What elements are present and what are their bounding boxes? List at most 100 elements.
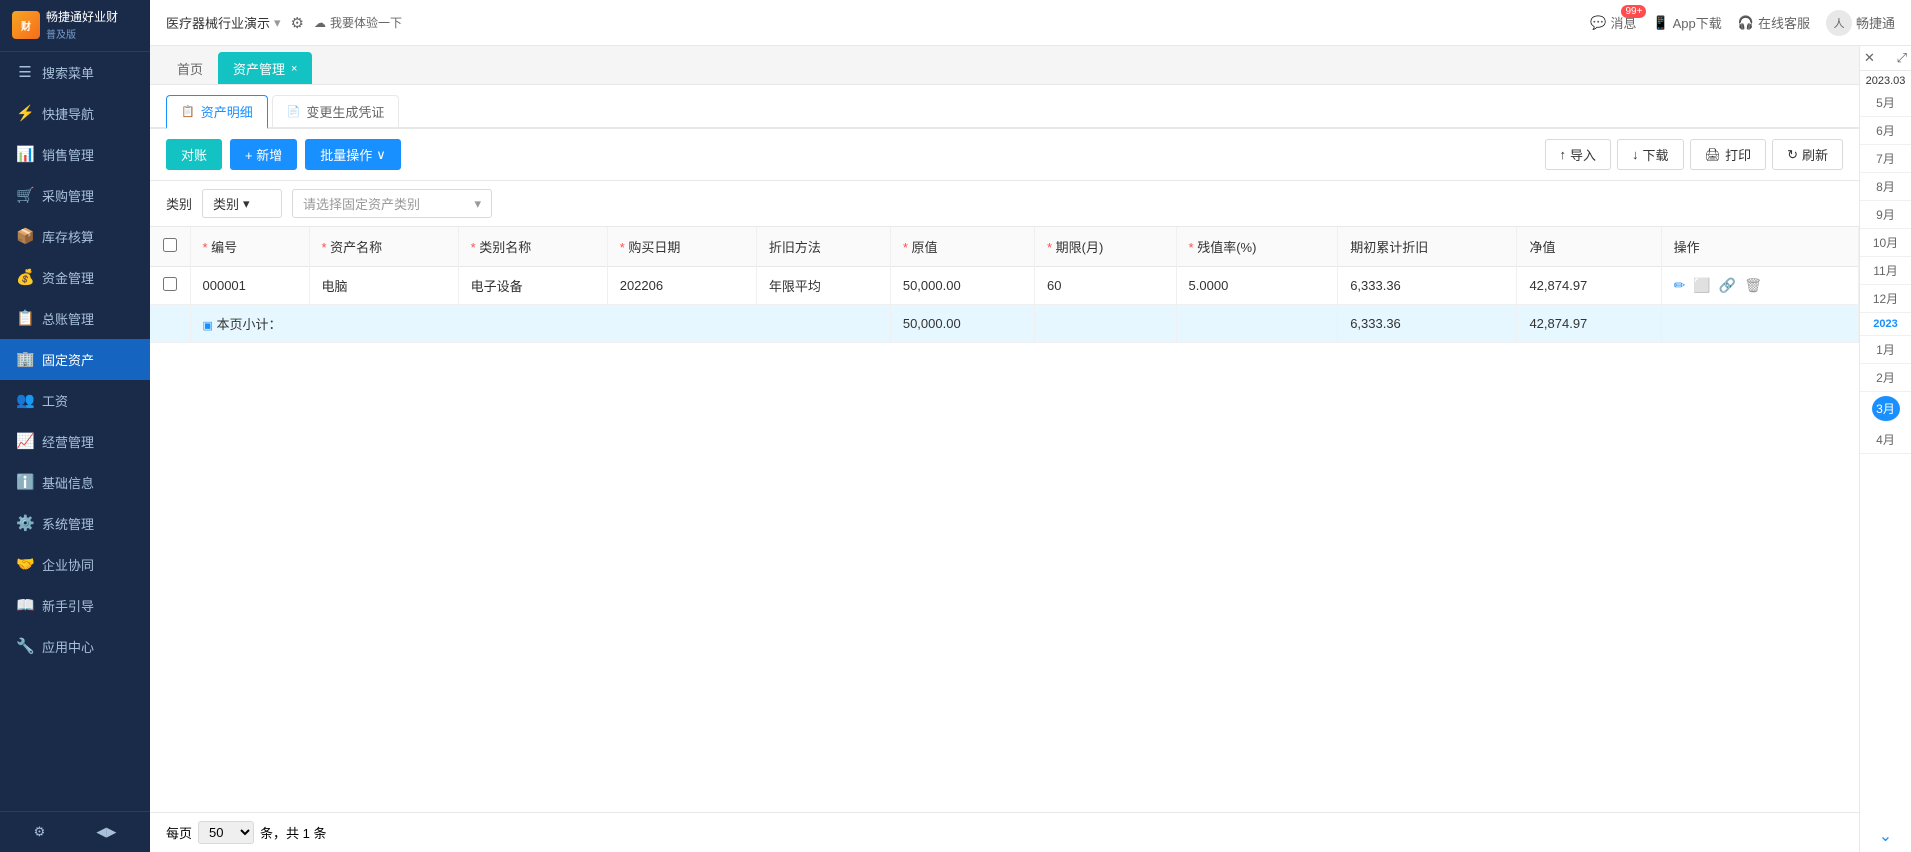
inner-tab-asset-detail[interactable]: 📋 资产明细 [166,95,268,129]
month-1[interactable]: 1月 [1860,336,1911,364]
main-area: 医疗器械行业演示 ▾ ⚙ ☁ 我要体验一下 💬 消息 99+ 📱 App下载 🎧… [150,0,1911,852]
sales-icon: 📊 [16,145,34,163]
quick-nav-icon: ⚡ [16,104,34,122]
month-3-active[interactable]: 3月 [1872,396,1900,422]
sidebar-item-label: 销售管理 [42,145,94,164]
right-panel: ✕ ⤢ 2023.03 5月 6月 7月 8月 9月 10月 11月 12月 2… [1859,46,1911,852]
month-6[interactable]: 6月 [1860,117,1911,145]
sidebar-item-system[interactable]: ⚙️ 系统管理 [0,503,150,544]
sidebar-item-enterprise[interactable]: 🤝 企业协同 [0,544,150,585]
messages-btn[interactable]: 💬 消息 99+ [1590,13,1636,32]
category-type-chevron-icon: ▾ [243,196,250,212]
month-10[interactable]: 10月 [1860,229,1911,257]
download-label: 下载 [1643,145,1669,164]
right-panel-expand-btn[interactable]: ⤢ [1897,50,1907,66]
th-name: 资产名称 [309,227,458,267]
sidebar-item-label: 资金管理 [42,268,94,287]
sidebar-bottom: ⚙ ◀▶ [0,811,150,852]
link-btn[interactable]: 🔗 [1719,277,1736,294]
select-all-checkbox[interactable] [163,238,177,252]
page-content: 首页 资产管理 × 📋 资产明细 📄 变更生成凭证 [150,46,1859,852]
cell-purchase-date: 202206 [607,267,756,305]
th-accumulated-dep: 期初累计折旧 [1338,227,1517,267]
month-5[interactable]: 5月 [1860,89,1911,117]
online-service-btn[interactable]: 🎧 在线客服 [1738,13,1810,32]
right-panel-scroll: 5月 6月 7月 8月 9月 10月 11月 12月 2023 1月 2月 3月… [1860,89,1911,820]
category-chevron-icon: ▾ [474,196,481,212]
download-icon: ↓ [1632,147,1639,162]
sidebar-item-label: 新手引导 [42,596,94,615]
edit-btn[interactable]: ✏ [1674,277,1686,294]
sidebar-item-label: 基础信息 [42,473,94,492]
experience-label[interactable]: 我要体验一下 [330,14,402,31]
search-icon: ☰ [16,63,34,81]
sidebar-item-purchase[interactable]: 🛒 采购管理 [0,175,150,216]
month-7[interactable]: 7月 [1860,145,1911,173]
refresh-button[interactable]: ↻ 刷新 [1772,139,1843,170]
subtotal-label: ▣ 本页小计： [190,305,890,343]
tab-asset-mgmt[interactable]: 资产管理 × [218,52,312,84]
enterprise-icon: 🤝 [16,555,34,573]
month-11[interactable]: 11月 [1860,257,1911,285]
delete-btn[interactable]: 🗑 [1744,277,1762,294]
import-icon: ↑ [1560,147,1567,162]
download-button[interactable]: ↓ 下载 [1617,139,1684,170]
sidebar-item-sales[interactable]: 📊 销售管理 [0,134,150,175]
month-8[interactable]: 8月 [1860,173,1911,201]
sidebar-item-search[interactable]: ☰ 搜索菜单 [0,52,150,93]
sidebar-item-app-center[interactable]: 🔧 应用中心 [0,626,150,667]
month-12[interactable]: 12月 [1860,285,1911,313]
right-panel-header: ✕ ⤢ [1860,46,1911,71]
sidebar-item-operations[interactable]: 📈 经营管理 [0,421,150,462]
sidebar-item-payroll[interactable]: 👥 工资 [0,380,150,421]
chevron-down-icon: ⌄ [1879,828,1892,845]
funds-icon: 💰 [16,268,34,286]
month-9[interactable]: 9月 [1860,201,1911,229]
row-actions: ✏ ⬜ 🔗 🗑 [1674,277,1846,294]
sidebar-item-label: 应用中心 [42,637,94,656]
download-icon: 📱 [1652,15,1668,31]
category-search-input[interactable]: 请选择固定资产类别 ▾ [292,189,492,218]
new-button[interactable]: + 新增 [230,139,297,170]
sidebar-item-inventory[interactable]: 📦 库存核算 [0,216,150,257]
sidebar-item-ledger[interactable]: 📋 总账管理 [0,298,150,339]
user-profile-btn[interactable]: 人 畅捷通 [1826,10,1895,36]
reconcile-button[interactable]: 对账 [166,139,222,170]
sidebar-item-funds[interactable]: 💰 资金管理 [0,257,150,298]
sidebar-item-fixed-assets[interactable]: 🏢 固定资产 [0,339,150,380]
ledger-icon: 📋 [16,309,34,327]
import-button[interactable]: ↑ 导入 [1545,139,1612,170]
month-2[interactable]: 2月 [1860,364,1911,392]
tab-close-icon[interactable]: × [291,63,297,75]
company-selector[interactable]: 医疗器械行业演示 ▾ [166,13,281,32]
logo-icon: 财 [12,11,40,39]
category-type-select[interactable]: 类别 ▾ [202,189,282,218]
sidebar-item-quick-nav[interactable]: ⚡ 快捷导航 [0,93,150,134]
month-4[interactable]: 4月 [1860,426,1911,454]
sidebar-item-label: 企业协同 [42,555,94,574]
copy-btn[interactable]: ⬜ [1693,277,1710,294]
th-residual-rate: 残值率(%) [1176,227,1338,267]
sidebar-item-guide[interactable]: 📖 新手引导 [0,585,150,626]
collapse-btn[interactable]: ◀▶ [88,820,124,844]
sidebar-menu: ☰ 搜索菜单 ⚡ 快捷导航 📊 销售管理 🛒 采购管理 📦 库存核算 💰 资金管… [0,52,150,811]
batch-ops-button[interactable]: 批量操作 ∨ [305,139,401,170]
settings-btn[interactable]: ⚙ [26,820,54,844]
online-service-label: 在线客服 [1758,13,1810,32]
right-panel-close-btn[interactable]: ✕ [1864,50,1875,66]
sidebar-item-base-info[interactable]: ℹ️ 基础信息 [0,462,150,503]
cell-actions: ✏ ⬜ 🔗 🗑 [1661,267,1858,305]
th-purchase-date: 购买日期 [607,227,756,267]
tab-asset-mgmt-label: 资产管理 [233,59,285,78]
right-panel-bottom[interactable]: ⌄ [1879,820,1892,852]
settings-icon[interactable]: ⚙ [291,14,304,32]
app-download-btn[interactable]: 📱 App下载 [1652,13,1721,32]
username-label: 畅捷通 [1856,13,1895,32]
per-page-select[interactable]: 50 10 20 100 [198,821,254,844]
inner-tab-change-voucher[interactable]: 📄 变更生成凭证 [272,95,400,127]
tab-home[interactable]: 首页 [162,52,218,84]
per-page-label: 每页 [166,823,192,842]
fixed-assets-icon: 🏢 [16,350,34,368]
row-checkbox[interactable] [163,277,177,291]
print-button[interactable]: 🖨 打印 [1690,139,1767,170]
